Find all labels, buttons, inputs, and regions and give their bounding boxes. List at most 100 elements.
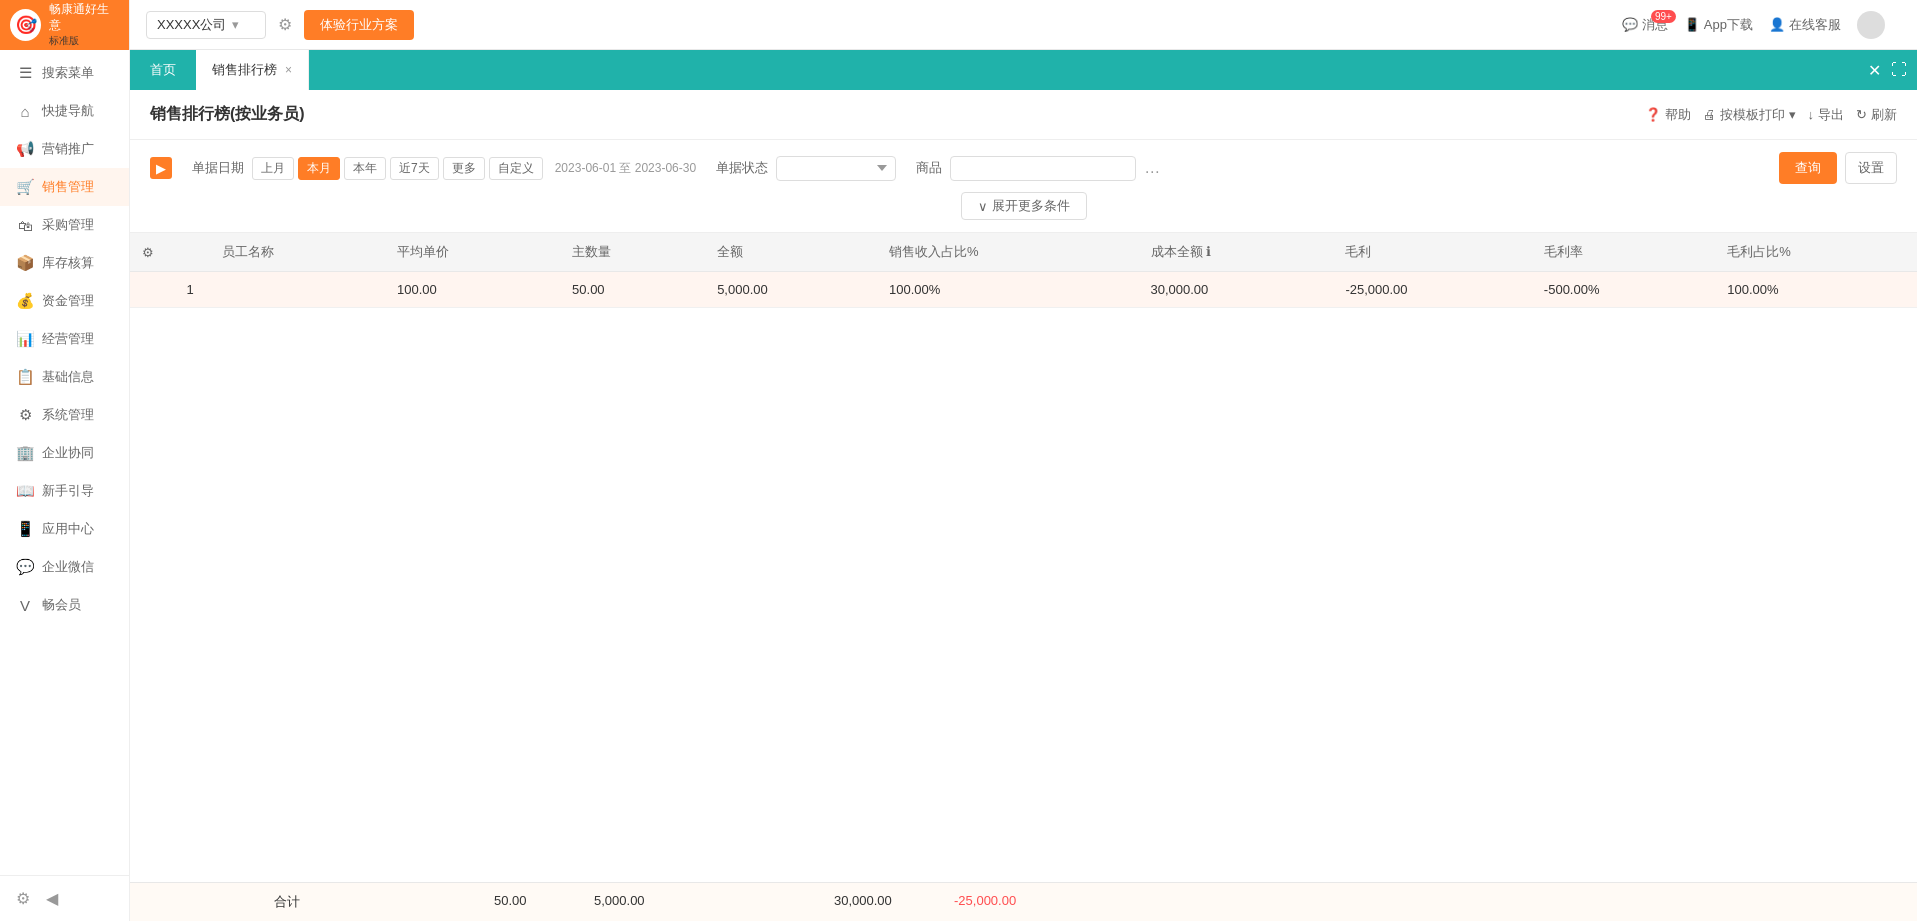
refresh-button[interactable]: ↻ 刷新 [1856, 106, 1897, 124]
app-name: 畅康通好生意 [49, 2, 119, 33]
row-amount: 5,000.00 [705, 272, 877, 308]
sidebar-item-enterprise[interactable]: 🏢 企业协同 [0, 434, 129, 472]
online-service-label: 在线客服 [1789, 16, 1841, 34]
tab-sales-ranking[interactable]: 销售排行榜 × [196, 50, 309, 90]
col-rank [170, 233, 210, 272]
tab-close-icon[interactable]: × [285, 63, 292, 77]
footer-cells: 合计 50.00 5,000.00 30,000.00 -25,000.00 [142, 893, 1905, 911]
avatar[interactable] [1857, 11, 1885, 39]
row-profit-rate: -500.00% [1532, 272, 1715, 308]
date-btn-thismonth[interactable]: 本月 [298, 157, 340, 180]
status-filter-label: 单据状态 [716, 159, 768, 177]
filter-status: 单据状态 [716, 156, 896, 181]
status-select[interactable] [776, 156, 896, 181]
col-sales-pct: 销售收入占比% [877, 233, 1139, 272]
tab-home[interactable]: 首页 [130, 50, 196, 90]
date-buttons: 上月 本月 本年 近7天 更多 自定义 [252, 157, 543, 180]
expand-chevron-icon: ∨ [978, 199, 988, 214]
date-btn-custom[interactable]: 自定义 [489, 157, 543, 180]
sidebar-item-marketing[interactable]: 📢 营销推广 [0, 130, 129, 168]
marketing-icon: 📢 [16, 140, 34, 158]
sidebar-item-system[interactable]: ⚙ 系统管理 [0, 396, 129, 434]
message-btn[interactable]: 💬 消息 99+ [1622, 16, 1668, 34]
appstore-icon: 📱 [16, 520, 34, 538]
sidebar-item-label: 新手引导 [42, 482, 94, 500]
sidebar-item-label: 基础信息 [42, 368, 94, 386]
refresh-icon: ↻ [1856, 107, 1867, 122]
sidebar-item-label: 企业微信 [42, 558, 94, 576]
system-icon: ⚙ [16, 406, 34, 424]
settings-footer-icon[interactable]: ⚙ [16, 889, 30, 908]
topbar-settings-icon[interactable]: ⚙ [278, 15, 292, 34]
export-button[interactable]: ↓ 导出 [1808, 106, 1845, 124]
row-cost: 30,000.00 [1139, 272, 1334, 308]
sidebar-item-inventory[interactable]: 📦 库存核算 [0, 244, 129, 282]
main-content: XXXXX公司 ▾ ⚙ 体验行业方案 💬 消息 99+ 📱 App下载 👤 在线… [130, 0, 1917, 921]
app-sub: 标准版 [49, 34, 119, 48]
sidebar-item-finance[interactable]: 💰 资金管理 [0, 282, 129, 320]
search-menu-icon: ☰ [16, 64, 34, 82]
date-btn-thisyear[interactable]: 本年 [344, 157, 386, 180]
filter-row: ▶ 单据日期 上月 本月 本年 近7天 更多 自定义 2023-06-01 至 … [150, 152, 1897, 184]
date-btn-7days[interactable]: 近7天 [390, 157, 439, 180]
row-profit-pct: 100.00% [1715, 272, 1917, 308]
trial-button[interactable]: 体验行业方案 [304, 10, 414, 40]
col-employee: 员工名称 [210, 233, 385, 272]
company-selector[interactable]: XXXXX公司 ▾ [146, 11, 266, 39]
col-profit-pct: 毛利占比% [1715, 233, 1917, 272]
inventory-icon: 📦 [16, 254, 34, 272]
sidebar-item-quicknav[interactable]: ⌂ 快捷导航 [0, 92, 129, 130]
sidebar-item-wechat[interactable]: 💬 企业微信 [0, 548, 129, 586]
message-badge: 99+ [1651, 10, 1676, 23]
table-footer: 合计 50.00 5,000.00 30,000.00 -25,000.00 [130, 882, 1917, 921]
filter-toggle-btn[interactable]: ▶ [150, 157, 172, 179]
goods-more-icon[interactable]: … [1144, 159, 1160, 177]
collapse-icon[interactable]: ◀ [46, 889, 58, 908]
app-download-btn[interactable]: 📱 App下载 [1684, 16, 1753, 34]
query-button[interactable]: 查询 [1779, 152, 1837, 184]
goods-input[interactable] [950, 156, 1136, 181]
sidebar-item-basics[interactable]: 📋 基础信息 [0, 358, 129, 396]
print-icon: 🖨 [1703, 107, 1716, 122]
sidebar-logo: 🎯 畅康通好生意 标准版 [0, 0, 129, 50]
tab-close-window-icon[interactable]: ✕ [1868, 61, 1881, 80]
export-label: 导出 [1818, 106, 1844, 124]
sidebar-item-appstore[interactable]: 📱 应用中心 [0, 510, 129, 548]
sidebar-item-label: 销售管理 [42, 178, 94, 196]
finance-icon: 💰 [16, 292, 34, 310]
expand-button[interactable]: ∨ 展开更多条件 [961, 192, 1087, 220]
col-profit-rate: 毛利率 [1532, 233, 1715, 272]
guide-icon: 📖 [16, 482, 34, 500]
help-button[interactable]: ❓ 帮助 [1645, 106, 1691, 124]
sidebar-item-member[interactable]: V 畅会员 [0, 586, 129, 624]
company-name: XXXXX公司 [157, 16, 226, 34]
col-cost: 成本全额 ℹ [1139, 233, 1334, 272]
settings-button[interactable]: 设置 [1845, 152, 1897, 184]
purchase-icon: 🛍 [16, 217, 34, 234]
help-label: 帮助 [1665, 106, 1691, 124]
company-dropdown-icon: ▾ [232, 17, 239, 32]
date-btn-more[interactable]: 更多 [443, 157, 485, 180]
data-table: ⚙ 员工名称 平均单价 主数量 全额 销售收入占比% 成本全额 ℹ 毛利 毛利率… [130, 233, 1917, 308]
footer-avg-price [382, 893, 482, 911]
sidebar-item-guide[interactable]: 📖 新手引导 [0, 472, 129, 510]
col-settings[interactable]: ⚙ [130, 233, 170, 272]
sidebar-item-label: 快捷导航 [42, 102, 94, 120]
date-filter-label: 单据日期 [192, 159, 244, 177]
sidebar-item-purchase[interactable]: 🛍 采购管理 [0, 206, 129, 244]
sidebar-item-search[interactable]: ☰ 搜索菜单 [0, 54, 129, 92]
filter-date: 单据日期 上月 本月 本年 近7天 更多 自定义 2023-06-01 至 20… [192, 157, 696, 180]
table-row: 1 100.00 50.00 5,000.00 100.00% 30,000.0… [130, 272, 1917, 308]
tabbar-right: ✕ ⛶ [1868, 61, 1917, 80]
date-btn-lastmonth[interactable]: 上月 [252, 157, 294, 180]
footer-profit-rate [1062, 893, 1182, 911]
service-icon: 👤 [1769, 17, 1785, 32]
sidebar-item-sales[interactable]: 🛒 销售管理 [0, 168, 129, 206]
sidebar-item-label: 资金管理 [42, 292, 94, 310]
print-button[interactable]: 🖨 按模板打印 ▾ [1703, 106, 1796, 124]
tab-fullscreen-icon[interactable]: ⛶ [1891, 61, 1907, 79]
table-header-row: ⚙ 员工名称 平均单价 主数量 全额 销售收入占比% 成本全额 ℹ 毛利 毛利率… [130, 233, 1917, 272]
online-service-btn[interactable]: 👤 在线客服 [1769, 16, 1841, 34]
sidebar-item-operations[interactable]: 📊 经营管理 [0, 320, 129, 358]
table-container: ⚙ 员工名称 平均单价 主数量 全额 销售收入占比% 成本全额 ℹ 毛利 毛利率… [130, 233, 1917, 882]
